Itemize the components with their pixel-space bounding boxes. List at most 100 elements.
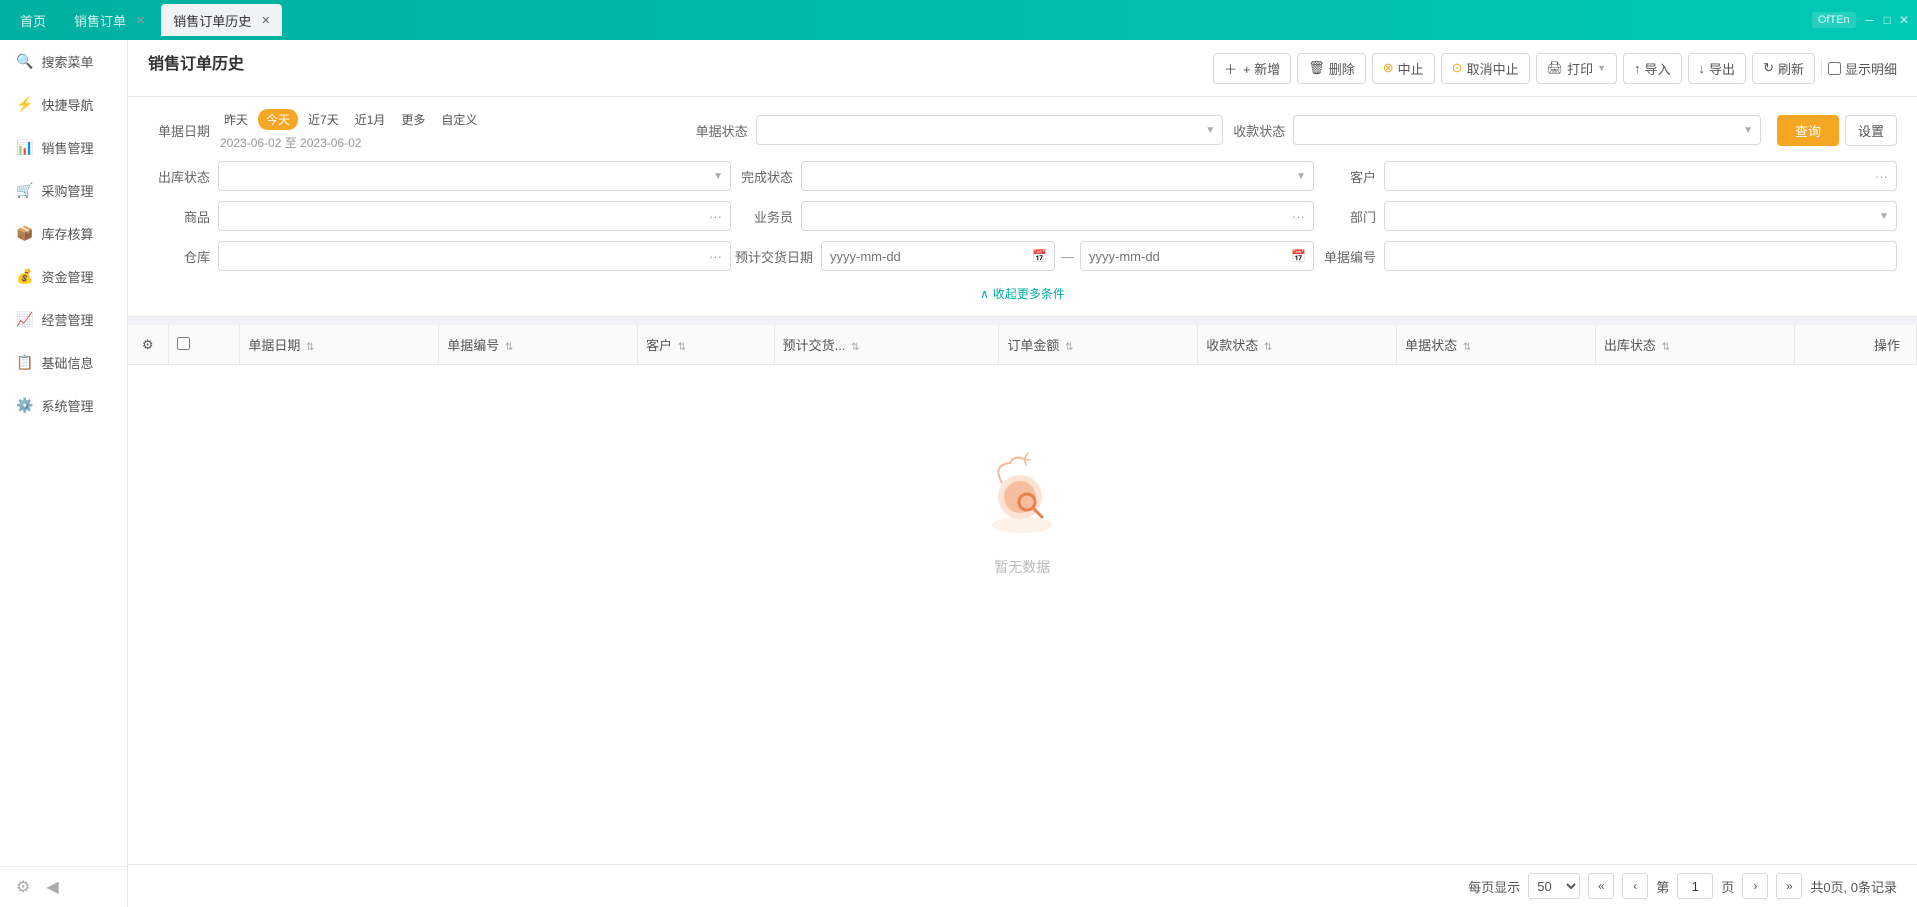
export-icon: ↓ (1699, 61, 1706, 76)
sidebar-item-basic-info[interactable]: 📋 基础信息 (0, 341, 127, 384)
customer-select-btn[interactable]: ··· (1384, 161, 1897, 191)
collapse-row[interactable]: ∧ 收起更多条件 (148, 281, 1897, 304)
first-page-btn[interactable]: « (1588, 873, 1614, 899)
select-all-checkbox[interactable] (177, 337, 190, 350)
tab-sales-order-close[interactable]: ✕ (136, 14, 145, 27)
import-button[interactable]: ↑ 导入 (1623, 53, 1682, 84)
filter-item-payment-status: 收款状态 ▼ (1223, 115, 1761, 145)
filter-item-customer: 客户 ··· (1314, 161, 1897, 191)
stop-button[interactable]: ⊗ 中止 (1372, 53, 1435, 84)
date-label: 单据日期 (148, 121, 218, 140)
sidebar-item-search-menu[interactable]: 🔍 搜索菜单 (0, 40, 127, 83)
sidebar-item-sales-mgmt[interactable]: 📊 销售管理 (0, 126, 127, 169)
sidebar-collapse-icon[interactable]: ◀ (46, 877, 58, 897)
tab-sales-order[interactable]: 销售订单 ✕ (62, 4, 157, 36)
show-detail-checkbox[interactable] (1828, 62, 1841, 75)
refresh-button[interactable]: ↻ 刷新 (1752, 53, 1815, 84)
th-customer[interactable]: 客户 ⇅ (638, 325, 775, 365)
payment-status-select-wrapper: ▼ (1293, 115, 1761, 145)
filter-area: 单据日期 昨天 今天 近7天 近1月 更多 自定义 2023-06-02 至 2… (128, 97, 1917, 317)
salesperson-ellipsis: ··· (1292, 209, 1305, 224)
th-checkbox[interactable] (168, 325, 240, 365)
date-btn-more[interactable]: 更多 (395, 109, 431, 130)
sidebar-item-finance-mgmt[interactable]: 💰 资金管理 (0, 255, 127, 298)
import-icon: ↑ (1634, 61, 1641, 76)
sidebar-item-quick-nav[interactable]: ⚡ 快捷导航 (0, 83, 127, 126)
close-window-btn[interactable]: ✕ (1899, 13, 1909, 27)
tab-sales-history-close[interactable]: ✕ (261, 14, 270, 27)
th-settings[interactable]: ⚙ (128, 325, 168, 365)
page-suffix: 页 (1721, 877, 1734, 896)
top-bar-right: OfTEn － □ ✕ (1812, 12, 1909, 29)
bill-status-select[interactable] (756, 115, 1224, 145)
sidebar-item-purchase-mgmt[interactable]: 🛒 采购管理 (0, 169, 127, 212)
next-page-btn[interactable]: › (1742, 873, 1768, 899)
page-size-select[interactable]: 50 10 20 100 (1528, 873, 1580, 899)
delivery-date-from-input[interactable] (821, 241, 1055, 271)
date-quick-btns: 昨天 今天 近7天 近1月 更多 自定义 (218, 109, 686, 130)
department-select[interactable] (1384, 201, 1897, 231)
print-button[interactable]: 🖨 打印 ▼ (1536, 53, 1617, 84)
sort-arrows-bill-status: ⇅ (1463, 342, 1471, 353)
bill-number-label: 单据编号 (1314, 247, 1384, 266)
sidebar-settings-icon[interactable]: ⚙ (16, 877, 30, 897)
cancel-stop-button[interactable]: ⊙ 取消中止 (1441, 53, 1530, 84)
tab-sales-history[interactable]: 销售订单历史 ✕ (161, 4, 282, 36)
th-order-amount[interactable]: 订单金额 ⇅ (999, 325, 1198, 365)
filter-row-1: 单据日期 昨天 今天 近7天 近1月 更多 自定义 2023-06-02 至 2… (148, 109, 1897, 151)
filter-item-department: 部门 ▼ (1314, 201, 1897, 231)
tab-home-label: 首页 (20, 11, 46, 30)
sidebar-item-finance-mgmt-label: 资金管理 (41, 267, 93, 286)
sidebar-item-sys-mgmt[interactable]: ⚙️ 系统管理 (0, 384, 127, 427)
date-btn-yesterday[interactable]: 昨天 (218, 109, 254, 130)
product-select-btn[interactable]: ··· (218, 201, 731, 231)
prev-page-btn[interactable]: ‹ (1622, 873, 1648, 899)
date-btn-custom[interactable]: 自定义 (435, 109, 483, 130)
warehouse-status-select[interactable] (218, 161, 731, 191)
settings-button[interactable]: 设置 (1845, 115, 1897, 146)
date-btn-last7[interactable]: 近7天 (302, 109, 345, 130)
th-bill-date-label: 单据日期 (248, 338, 300, 353)
settings-col-icon: ⚙ (142, 337, 154, 352)
delivery-date-to-input[interactable] (1080, 241, 1314, 271)
export-button[interactable]: ↓ 导出 (1688, 53, 1747, 84)
complete-status-select[interactable] (801, 161, 1314, 191)
sidebar-item-inventory-check[interactable]: 📦 库存核算 (0, 212, 127, 255)
th-ops-label: 操作 (1874, 338, 1900, 353)
date-btn-last1m[interactable]: 近1月 (349, 109, 392, 130)
date-btn-today[interactable]: 今天 (258, 109, 298, 130)
th-out-status[interactable]: 出库状态 ⇅ (1595, 325, 1794, 365)
last-page-btn[interactable]: » (1776, 873, 1802, 899)
filter-row-4: 仓库 ··· 预计交货日期 📅 — 📅 (148, 241, 1897, 271)
often-label: OfTEn (1812, 12, 1856, 28)
payment-status-select[interactable] (1293, 115, 1761, 145)
query-settings-btns: 查询 设置 (1777, 115, 1897, 146)
date-controls: 昨天 今天 近7天 近1月 更多 自定义 2023-06-02 至 2023-0… (218, 109, 686, 151)
th-bill-status[interactable]: 单据状态 ⇅ (1397, 325, 1596, 365)
new-button[interactable]: ＋ + 新增 (1213, 53, 1291, 84)
query-button[interactable]: 查询 (1777, 115, 1839, 146)
th-bill-number[interactable]: 单据编号 ⇅ (439, 325, 638, 365)
th-bill-status-label: 单据状态 (1405, 338, 1457, 353)
sidebar-item-quick-nav-label: 快捷导航 (41, 95, 93, 114)
show-detail-checkbox-label[interactable]: 显示明细 (1828, 59, 1897, 78)
delete-button[interactable]: 🗑 删除 (1297, 53, 1366, 84)
page-number-input[interactable] (1677, 873, 1713, 899)
maximize-btn[interactable]: □ (1884, 13, 1891, 27)
th-bill-date[interactable]: 单据日期 ⇅ (240, 325, 439, 365)
th-delivery-date[interactable]: 预计交货... ⇅ (774, 325, 999, 365)
sidebar-item-ops-mgmt[interactable]: 📈 经营管理 (0, 298, 127, 341)
ops-mgmt-icon: 📈 (16, 311, 33, 328)
th-payment-status-label: 收款状态 (1206, 338, 1258, 353)
th-payment-status[interactable]: 收款状态 ⇅ (1198, 325, 1397, 365)
bill-number-input[interactable] (1384, 241, 1897, 271)
delivery-date-to-wrapper: 📅 (1080, 241, 1314, 271)
minimize-btn[interactable]: － (1864, 12, 1876, 29)
salesperson-select-btn[interactable]: ··· (801, 201, 1314, 231)
tab-home[interactable]: 首页 (8, 4, 58, 36)
basic-info-icon: 📋 (16, 354, 33, 371)
main-layout: 🔍 搜索菜单 ⚡ 快捷导航 📊 销售管理 🛒 采购管理 📦 库存核算 💰 资金管… (0, 40, 1917, 907)
payment-status-label: 收款状态 (1223, 121, 1293, 140)
warehouse2-select-btn[interactable]: ··· (218, 241, 731, 271)
department-label: 部门 (1314, 207, 1384, 226)
